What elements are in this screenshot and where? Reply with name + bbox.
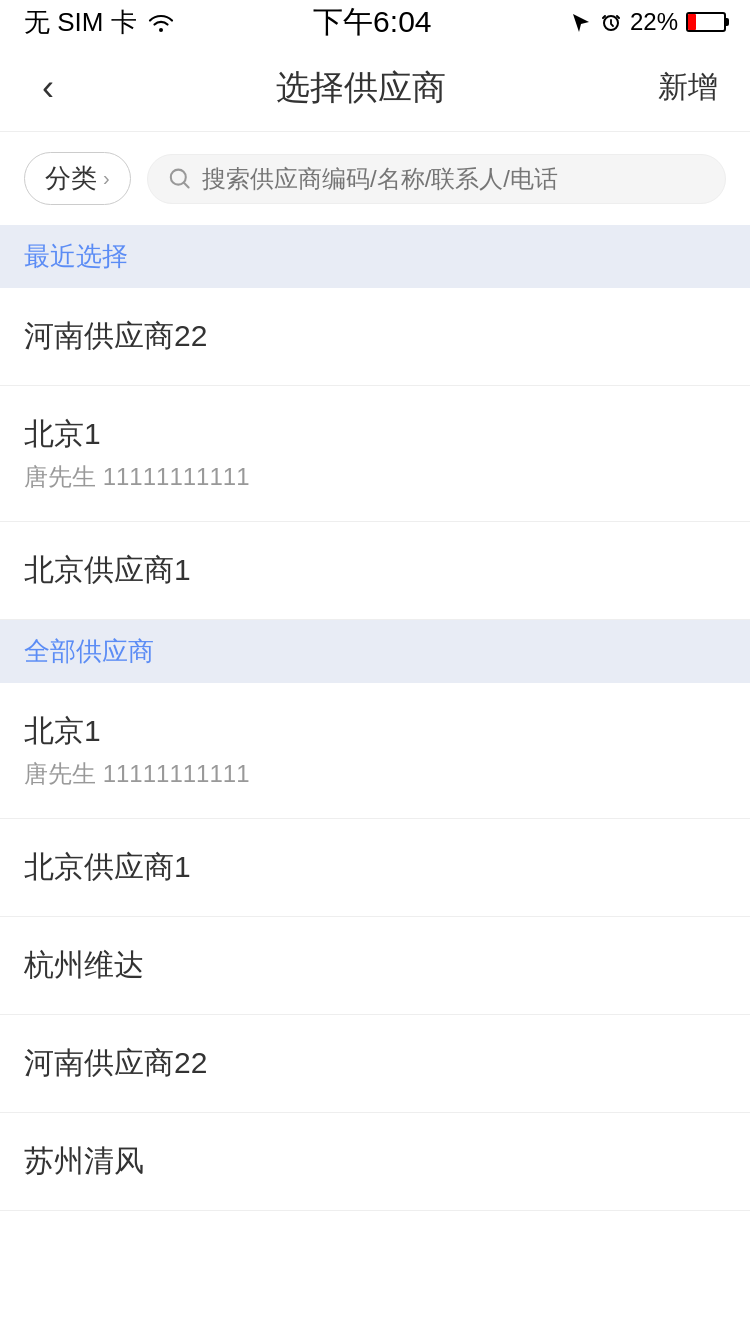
list-item[interactable]: 北京供应商1 [0,819,750,917]
category-filter-button[interactable]: 分类 › [24,152,131,205]
item-contact: 唐先生 11111111111 [24,758,726,790]
category-label: 分类 [45,161,97,196]
alarm-icon [600,11,622,33]
item-name: 河南供应商22 [24,1043,726,1084]
location-icon [570,11,592,33]
status-bar-time: 下午6:04 [313,2,431,43]
item-name: 北京1 [24,414,726,455]
list-item[interactable]: 北京1 唐先生 11111111111 [0,386,750,522]
list-item[interactable]: 河南供应商22 [0,288,750,386]
item-name: 北京1 [24,711,726,752]
search-icon [168,166,192,192]
list-item[interactable]: 北京供应商1 [0,522,750,620]
nav-bar: ‹ 选择供应商 新增 [0,44,750,132]
item-name: 苏州清风 [24,1141,726,1182]
chevron-right-icon: › [103,167,110,190]
back-button[interactable]: ‹ [32,57,64,119]
battery-percentage: 22% [630,8,678,36]
list-item[interactable]: 河南供应商22 [0,1015,750,1113]
battery-icon [686,12,726,32]
item-name: 河南供应商22 [24,316,726,357]
item-name: 杭州维达 [24,945,726,986]
section-header-all: 全部供应商 [0,620,750,683]
filter-row: 分类 › [0,132,750,225]
page-title: 选择供应商 [276,65,446,111]
list-item[interactable]: 苏州清风 [0,1113,750,1211]
status-bar-left: 无 SIM 卡 [24,5,175,40]
search-input[interactable] [202,165,705,193]
list-item[interactable]: 北京1 唐先生 11111111111 [0,683,750,819]
item-contact: 唐先生 11111111111 [24,461,726,493]
item-name: 北京供应商1 [24,847,726,888]
item-name: 北京供应商1 [24,550,726,591]
status-bar: 无 SIM 卡 下午6:04 22% [0,0,750,44]
list-item[interactable]: 杭州维达 [0,917,750,1015]
section-header-recent: 最近选择 [0,225,750,288]
status-bar-right: 22% [570,8,726,36]
wifi-icon [147,12,175,32]
search-box[interactable] [147,154,726,204]
add-button[interactable]: 新增 [658,67,718,108]
no-sim-label: 无 SIM 卡 [24,5,137,40]
supplier-list: 最近选择河南供应商22 北京1 唐先生 11111111111 北京供应商1 全部供应商… [0,225,750,1211]
